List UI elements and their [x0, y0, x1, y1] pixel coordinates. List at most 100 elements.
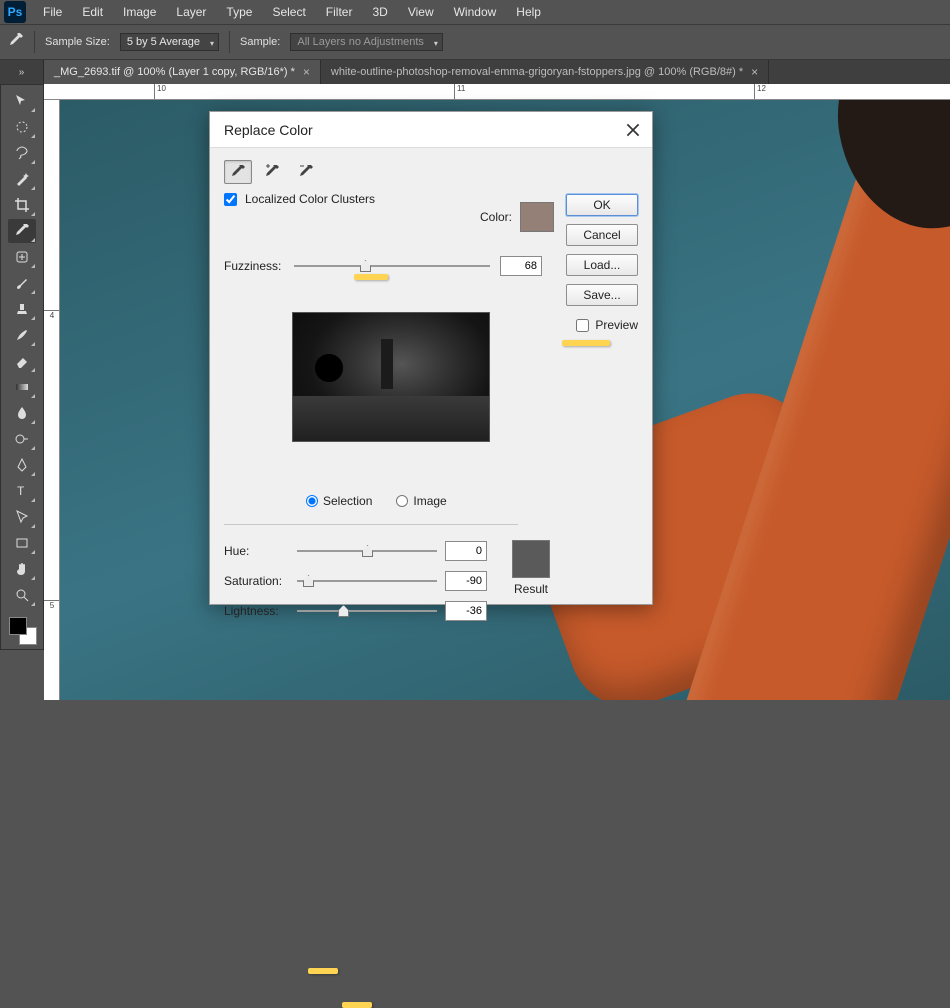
- hue-input[interactable]: [445, 541, 487, 561]
- localized-clusters-checkbox[interactable]: [224, 193, 237, 206]
- eyedropper-group: [224, 160, 638, 184]
- annotation-highlight: [562, 340, 610, 346]
- app-logo: Ps: [4, 1, 26, 23]
- divider: [229, 31, 230, 53]
- fuzziness-slider[interactable]: [294, 265, 490, 267]
- menu-view[interactable]: View: [399, 2, 443, 22]
- menubar: Ps File Edit Image Layer Type Select Fil…: [0, 0, 950, 24]
- slider-thumb[interactable]: [303, 575, 314, 587]
- preview-label: Preview: [595, 318, 638, 332]
- fuzziness-label: Fuzziness:: [224, 259, 284, 273]
- load-button[interactable]: Load...: [566, 254, 638, 276]
- replace-color-dialog: Replace Color Localized Color Clusters C…: [209, 111, 653, 605]
- tab-scroll-left[interactable]: »: [0, 60, 44, 84]
- sample-select[interactable]: All Layers no Adjustments: [290, 33, 443, 51]
- clone-stamp-tool[interactable]: [8, 297, 36, 321]
- selection-preview[interactable]: [292, 312, 490, 442]
- ok-button[interactable]: OK: [566, 194, 638, 216]
- menu-type[interactable]: Type: [217, 2, 261, 22]
- menu-file[interactable]: File: [34, 2, 71, 22]
- color-swatch[interactable]: [520, 202, 554, 232]
- lightness-label: Lightness:: [224, 604, 289, 618]
- ruler-vertical[interactable]: 4 5: [44, 100, 60, 700]
- ruler-tick: 4: [44, 310, 60, 320]
- tools-panel: T: [0, 84, 44, 650]
- menu-help[interactable]: Help: [507, 2, 550, 22]
- menu-edit[interactable]: Edit: [73, 2, 112, 22]
- eyedropper-add-icon[interactable]: [258, 160, 286, 184]
- cancel-button[interactable]: Cancel: [566, 224, 638, 246]
- eyedropper-sample-icon[interactable]: [224, 160, 252, 184]
- path-selection-tool[interactable]: [8, 505, 36, 529]
- doc-tab-label: white-outline-photoshop-removal-emma-gri…: [331, 66, 743, 78]
- slider-thumb[interactable]: [362, 545, 373, 557]
- brush-tool[interactable]: [8, 271, 36, 295]
- magic-wand-tool[interactable]: [8, 167, 36, 191]
- marquee-tool[interactable]: [8, 115, 36, 139]
- eyedropper-tool[interactable]: [8, 219, 36, 243]
- eyedropper-subtract-icon[interactable]: [292, 160, 320, 184]
- menu-image[interactable]: Image: [114, 2, 165, 22]
- dialog-titlebar[interactable]: Replace Color: [210, 112, 652, 148]
- close-icon[interactable]: ×: [303, 65, 310, 79]
- eyedropper-icon[interactable]: [8, 33, 24, 52]
- hue-slider[interactable]: [297, 550, 437, 552]
- slider-thumb[interactable]: [360, 260, 371, 272]
- preview-mode-group: Selection Image: [306, 494, 447, 508]
- color-label: Color:: [480, 210, 512, 224]
- sample-size-label: Sample Size:: [45, 36, 110, 48]
- doc-tab-active[interactable]: _MG_2693.tif @ 100% (Layer 1 copy, RGB/1…: [44, 60, 321, 84]
- sample-label: Sample:: [240, 36, 280, 48]
- annotation-highlight: [308, 968, 338, 974]
- radio-selection[interactable]: Selection: [306, 494, 372, 508]
- zoom-tool[interactable]: [8, 583, 36, 607]
- menu-3d[interactable]: 3D: [363, 2, 396, 22]
- doc-tab-inactive[interactable]: white-outline-photoshop-removal-emma-gri…: [321, 60, 769, 84]
- eraser-tool[interactable]: [8, 349, 36, 373]
- close-icon[interactable]: [624, 121, 642, 139]
- foreground-color-swatch[interactable]: [9, 617, 27, 635]
- move-tool[interactable]: [8, 89, 36, 113]
- ruler-tick: 12: [754, 84, 766, 100]
- lightness-slider[interactable]: [297, 610, 437, 612]
- slider-thumb[interactable]: [338, 605, 349, 617]
- pen-tool[interactable]: [8, 453, 36, 477]
- options-bar: Sample Size: 5 by 5 Average Sample: All …: [0, 24, 950, 60]
- dialog-title: Replace Color: [224, 122, 313, 138]
- gradient-tool[interactable]: [8, 375, 36, 399]
- radio-image[interactable]: Image: [396, 494, 446, 508]
- saturation-input[interactable]: [445, 571, 487, 591]
- hand-tool[interactable]: [8, 557, 36, 581]
- shape-tool[interactable]: [8, 531, 36, 555]
- fuzziness-input[interactable]: [500, 256, 542, 276]
- menu-window[interactable]: Window: [445, 2, 506, 22]
- blur-tool[interactable]: [8, 401, 36, 425]
- close-icon[interactable]: ×: [751, 65, 758, 79]
- healing-brush-tool[interactable]: [8, 245, 36, 269]
- menu-filter[interactable]: Filter: [317, 2, 362, 22]
- menu-layer[interactable]: Layer: [167, 2, 215, 22]
- ruler-tick: 5: [44, 600, 60, 610]
- menu-select[interactable]: Select: [263, 2, 314, 22]
- lasso-tool[interactable]: [8, 141, 36, 165]
- color-swatches[interactable]: [7, 615, 37, 645]
- doc-tab-label: _MG_2693.tif @ 100% (Layer 1 copy, RGB/1…: [54, 66, 295, 78]
- dodge-tool[interactable]: [8, 427, 36, 451]
- sample-size-select[interactable]: 5 by 5 Average: [120, 33, 219, 51]
- preview-checkbox[interactable]: [576, 319, 589, 332]
- result-swatch[interactable]: [512, 540, 550, 578]
- saturation-label: Saturation:: [224, 574, 289, 588]
- document-tabs: _MG_2693.tif @ 100% (Layer 1 copy, RGB/1…: [0, 60, 950, 84]
- save-button[interactable]: Save...: [566, 284, 638, 306]
- localized-clusters-label: Localized Color Clusters: [245, 192, 375, 206]
- saturation-slider[interactable]: [297, 580, 437, 582]
- ruler-horizontal[interactable]: 10 11 12: [44, 84, 950, 100]
- hue-label: Hue:: [224, 544, 289, 558]
- ruler-tick: 11: [454, 84, 465, 100]
- history-brush-tool[interactable]: [8, 323, 36, 347]
- type-tool[interactable]: T: [8, 479, 36, 503]
- crop-tool[interactable]: [8, 193, 36, 217]
- annotation-highlight: [342, 1002, 372, 1008]
- lightness-input[interactable]: [445, 601, 487, 621]
- result-label: Result: [512, 582, 550, 596]
